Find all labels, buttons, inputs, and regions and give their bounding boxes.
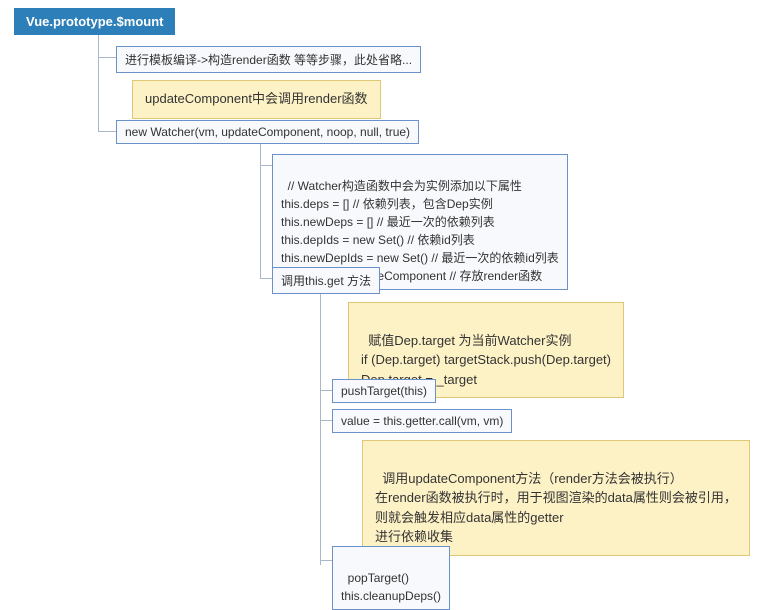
node-push-target: pushTarget(this) [332, 379, 436, 403]
node-text: value = this.getter.call(vm, vm) [341, 414, 503, 428]
root-title: Vue.prototype.$mount [26, 14, 163, 29]
node-text: 进行模板编译->构造render函数 等等步骤，此处省略... [125, 53, 412, 67]
node-pop-target: popTarget() this.cleanupDeps() [332, 546, 450, 610]
root-node: Vue.prototype.$mount [14, 8, 175, 35]
node-new-watcher: new Watcher(vm, updateComponent, noop, n… [116, 120, 419, 144]
node-template-compile: 进行模板编译->构造render函数 等等步骤，此处省略... [116, 46, 421, 73]
node-getter-call: value = this.getter.call(vm, vm) [332, 409, 512, 433]
node-text: 调用this.get 方法 [281, 274, 371, 288]
node-text: pushTarget(this) [341, 384, 427, 398]
callout-render-exec: 调用updateComponent方法（render方法会被执行） 在rende… [362, 440, 750, 556]
node-this-get: 调用this.get 方法 [272, 267, 380, 294]
node-text: popTarget() this.cleanupDeps() [341, 571, 441, 603]
node-text: new Watcher(vm, updateComponent, noop, n… [125, 125, 410, 139]
callout-text: updateComponent中会调用render函数 [145, 91, 368, 106]
callout-update-component: updateComponent中会调用render函数 [132, 80, 381, 119]
callout-text: 调用updateComponent方法（render方法会被执行） 在rende… [375, 471, 737, 545]
